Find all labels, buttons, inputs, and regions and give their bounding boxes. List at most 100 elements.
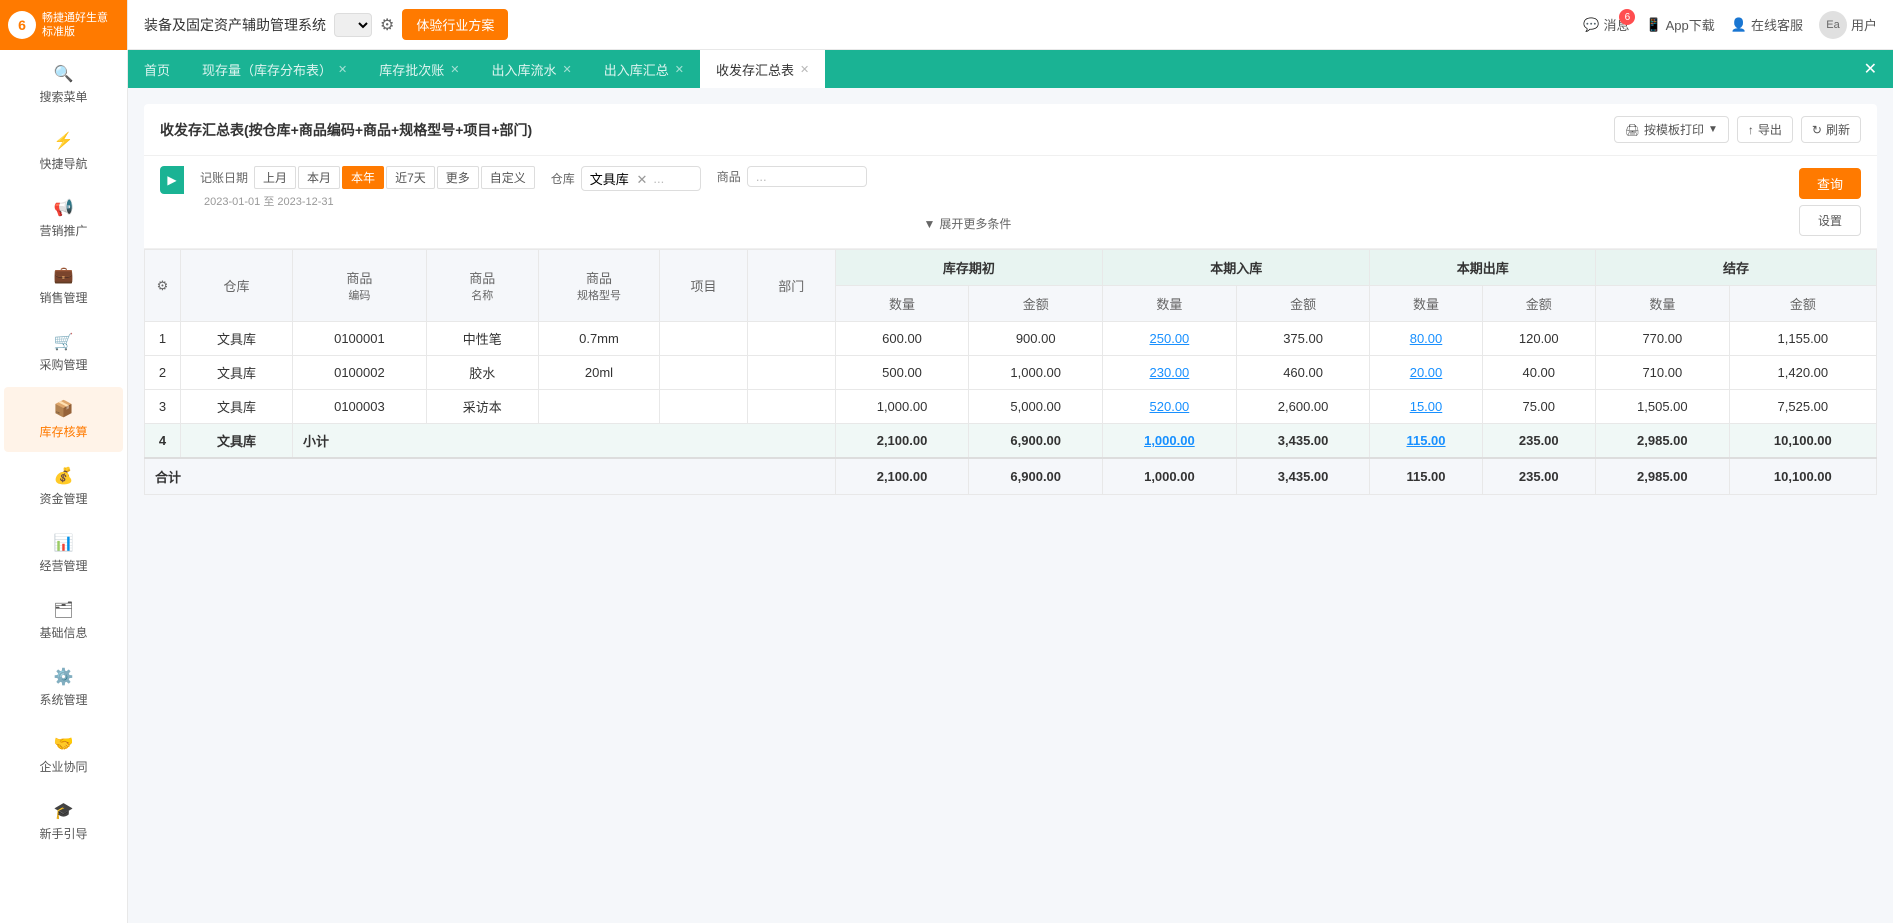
cell-closing-amt-2: 7,525.00 — [1729, 390, 1876, 424]
cell-no-1: 2 — [145, 356, 181, 390]
th-in-amt: 金额 — [1236, 286, 1370, 322]
gear-icon[interactable]: ⚙ — [380, 15, 394, 35]
cell-in-qty-0[interactable]: 250.00 — [1103, 322, 1237, 356]
query-button[interactable]: 查询 — [1799, 168, 1861, 199]
goods-input[interactable]: ... — [747, 166, 867, 187]
date-range: 2023-01-01 至 2023-12-31 — [204, 193, 535, 209]
date-btn-this-month[interactable]: 本月 — [298, 166, 340, 189]
tab-3[interactable]: 出入库流水✕ — [475, 50, 587, 88]
total-label: 合计 — [145, 458, 836, 495]
notification-item[interactable]: 💬 消息 6 — [1583, 15, 1629, 34]
online-service-item[interactable]: 👤 在线客服 — [1731, 15, 1803, 34]
user-avatar: Ea — [1819, 11, 1847, 39]
cell-no-2: 3 — [145, 390, 181, 424]
sidebar-icon-4: 🛒 — [54, 332, 74, 352]
expand-button[interactable]: ▼ 展开更多条件 — [924, 215, 1012, 232]
cell-out-amt-2: 75.00 — [1482, 390, 1595, 424]
subtotal-in-qty[interactable]: 1,000.00 — [1103, 424, 1237, 459]
tab-0[interactable]: 首页 — [128, 50, 186, 88]
sidebar-item-5[interactable]: 📦库存核算 — [4, 387, 123, 452]
sidebar-item-10[interactable]: 🤝企业协同 — [4, 722, 123, 787]
user-item[interactable]: Ea 用户 — [1819, 11, 1877, 39]
cell-closing-qty-2: 1,505.00 — [1595, 390, 1729, 424]
sidebar-icon-5: 📦 — [54, 399, 74, 419]
topbar-left: 装备及固定资产辅助管理系统 ⚙ 体验行业方案 — [144, 9, 508, 40]
date-btn-7days[interactable]: 近7天 — [386, 166, 435, 189]
cell-spec-1: 20ml — [538, 356, 659, 390]
subtotal-out-qty[interactable]: 115.00 — [1370, 424, 1482, 459]
sidebar-item-3[interactable]: 💼销售管理 — [4, 253, 123, 318]
refresh-button[interactable]: ↻ 刷新 — [1801, 116, 1861, 143]
warehouse-input[interactable]: 文具库 ✕ ... — [581, 166, 701, 191]
goods-more-icon[interactable]: ... — [756, 169, 767, 184]
data-table: ⚙ 仓库 商品编码 商品名称 商品规格型号 项目 部门 库存期初 本期入库 本期… — [144, 249, 1877, 495]
tab-5[interactable]: 收发存汇总表✕ — [700, 50, 825, 88]
filter-section: ▶ 记账日期 上月 本月 本年 近7天 更多 — [144, 156, 1791, 248]
total-opening-qty: 2,100.00 — [835, 458, 969, 495]
tab-close-4[interactable]: ✕ — [675, 63, 684, 76]
tabbar-close-button[interactable]: ✕ — [1848, 59, 1893, 79]
table-body: 1 文具库 0100001 中性笔 0.7mm 600.00 900.00 25… — [145, 322, 1877, 459]
cell-out-qty-2[interactable]: 15.00 — [1370, 390, 1482, 424]
tab-label-0: 首页 — [144, 60, 170, 79]
cell-closing-qty-0: 770.00 — [1595, 322, 1729, 356]
filter-toggle-button[interactable]: ▶ — [160, 166, 184, 194]
sidebar-item-8[interactable]: 🗂基础信息 — [4, 588, 123, 653]
app-download-item[interactable]: 📱 App下载 — [1645, 15, 1714, 34]
sidebar-item-0[interactable]: 🔍搜索菜单 — [4, 52, 123, 117]
tabbar: 首页现存量（库存分布表）✕库存批次账✕出入库流水✕出入库汇总✕收发存汇总表✕ ✕ — [128, 50, 1893, 88]
sidebar-icon-3: 💼 — [54, 265, 74, 285]
sidebar-item-4[interactable]: 🛒采购管理 — [4, 320, 123, 385]
subtotal-row: 4 文具库 小计 2,100.00 6,900.00 1,000.00 3,43… — [145, 424, 1877, 459]
cell-spec-0: 0.7mm — [538, 322, 659, 356]
trial-button[interactable]: 体验行业方案 — [402, 9, 508, 40]
cell-code-0: 0100001 — [293, 322, 427, 356]
notification-icon: 💬 — [1583, 17, 1599, 33]
cell-in-qty-1[interactable]: 230.00 — [1103, 356, 1237, 390]
th-out: 本期出库 — [1370, 250, 1596, 286]
tabs-container: 首页现存量（库存分布表）✕库存批次账✕出入库流水✕出入库汇总✕收发存汇总表✕ — [128, 50, 825, 88]
tab-4[interactable]: 出入库汇总✕ — [588, 50, 700, 88]
print-button[interactable]: 🖨 按模板打印 ▼ — [1614, 116, 1729, 143]
cell-in-qty-2[interactable]: 520.00 — [1103, 390, 1237, 424]
th-opening: 库存期初 — [835, 250, 1102, 286]
tab-label-1: 现存量（库存分布表） — [202, 60, 332, 79]
th-settings[interactable]: ⚙ — [145, 250, 181, 322]
sidebar-item-9[interactable]: ⚙️系统管理 — [4, 655, 123, 720]
system-select[interactable] — [334, 13, 372, 37]
export-button[interactable]: ↑ 导出 — [1737, 116, 1793, 143]
cell-out-qty-1[interactable]: 20.00 — [1370, 356, 1482, 390]
table-row: 3 文具库 0100003 采访本 1,000.00 5,000.00 520.… — [145, 390, 1877, 424]
tab-close-3[interactable]: ✕ — [563, 63, 572, 76]
sidebar-item-7[interactable]: 📊经营管理 — [4, 521, 123, 586]
cell-opening-qty-2: 1,000.00 — [835, 390, 969, 424]
goods-label: 商品 — [717, 168, 741, 185]
warehouse-remove-icon[interactable]: ✕ — [636, 172, 647, 187]
sidebar-item-11[interactable]: 🎓新手引导 — [4, 789, 123, 854]
sidebar-item-2[interactable]: 📢营销推广 — [4, 186, 123, 251]
table-row: 2 文具库 0100002 胶水 20ml 500.00 1,000.00 23… — [145, 356, 1877, 390]
date-btn-this-year[interactable]: 本年 — [342, 166, 384, 189]
subtotal-in-amt: 3,435.00 — [1236, 424, 1370, 459]
th-in-qty: 数量 — [1103, 286, 1237, 322]
sidebar-item-1[interactable]: ⚡快捷导航 — [4, 119, 123, 184]
total-row: 合计 2,100.00 6,900.00 1,000.00 3,435.00 1… — [145, 458, 1877, 495]
tab-1[interactable]: 现存量（库存分布表） ✕ — [186, 50, 363, 88]
tab-2[interactable]: 库存批次账✕ — [363, 50, 475, 88]
date-btn-more[interactable]: 更多 — [437, 166, 479, 189]
tab-close-5[interactable]: ✕ — [800, 63, 809, 76]
sidebar-label-1: 快捷导航 — [39, 155, 87, 172]
sidebar-item-6[interactable]: 💰资金管理 — [4, 454, 123, 519]
logo-area: 6 畅捷通好生意 标准版 — [0, 0, 127, 50]
cell-out-qty-0[interactable]: 80.00 — [1370, 322, 1482, 356]
tab-close-2[interactable]: ✕ — [450, 63, 459, 76]
setting-button[interactable]: 设置 — [1799, 205, 1861, 236]
warehouse-more-icon[interactable]: ... — [653, 171, 664, 186]
sidebar-icon-8: 🗂 — [53, 600, 73, 620]
chevron-down-icon: ▼ — [1708, 124, 1718, 135]
page-header: 收发存汇总表(按仓库+商品编码+商品+规格型号+项目+部门) 🖨 按模板打印 ▼… — [144, 104, 1877, 156]
cell-opening-amt-0: 900.00 — [969, 322, 1103, 356]
tab-close-1[interactable]: ✕ — [338, 63, 347, 76]
date-btn-custom[interactable]: 自定义 — [481, 166, 535, 189]
date-btn-last-month[interactable]: 上月 — [254, 166, 296, 189]
